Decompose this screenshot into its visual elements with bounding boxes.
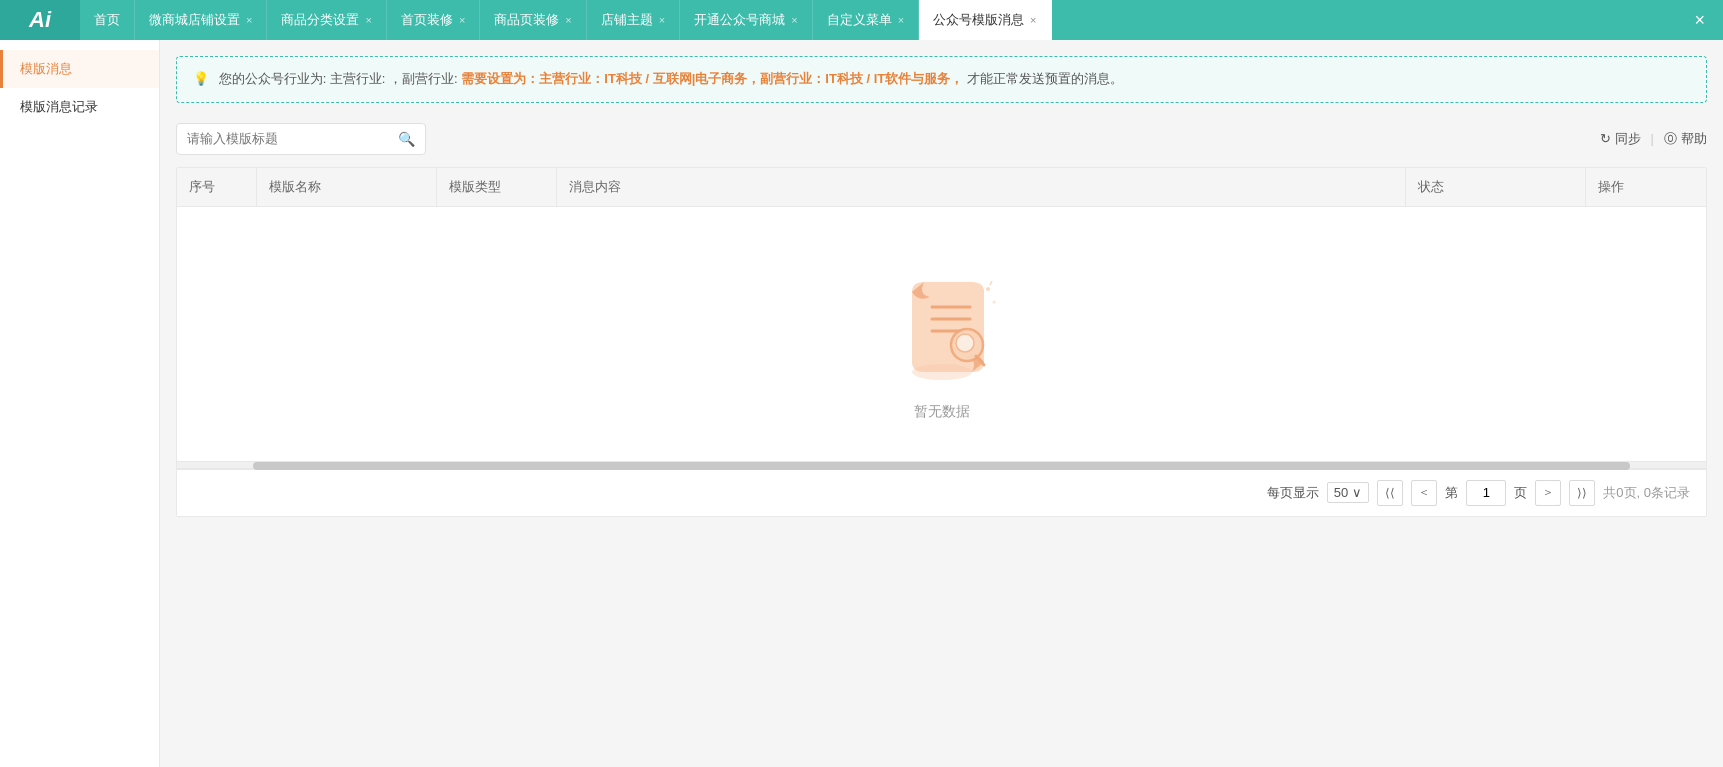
horizontal-scrollbar[interactable] [177,461,1706,469]
sidebar-item-template-msg[interactable]: 模版消息 [0,50,159,88]
next-page-button[interactable]: ＞ [1535,480,1561,506]
table-container: 序号 模版名称 模版类型 消息内容 状态 操作 [176,167,1707,517]
nav-tab-homepage[interactable]: 首页装修× [387,0,480,40]
sidebar-item-template-log[interactable]: 模版消息记录 [0,88,159,126]
nav-tab-theme[interactable]: 店铺主题× [587,0,680,40]
sync-button[interactable]: ↻ 同步 [1600,130,1641,148]
col-header-index: 序号 [177,168,257,206]
col-header-action: 操作 [1586,168,1706,206]
col-header-status: 状态 [1406,168,1586,206]
search-bar: 🔍 ↻ 同步 | ⓪ 帮助 [176,123,1707,155]
sync-label: 同步 [1615,130,1641,148]
page-size-select[interactable]: 50 ∨ [1327,482,1369,503]
page-prefix: 第 [1445,484,1458,502]
svg-line-9 [990,281,992,285]
scrollbar-thumb[interactable] [253,462,1629,470]
empty-illustration [882,267,1002,387]
page-number-input[interactable] [1466,480,1506,506]
main-layout: 模版消息模版消息记录 💡 您的公众号行业为: 主营行业: ，副营行业: 需要设置… [0,40,1723,767]
nav-tab-mall[interactable]: 开通公众号商城× [680,0,812,40]
page-total: 共0页, 0条记录 [1603,484,1690,502]
tab-close-theme[interactable]: × [659,14,665,26]
col-header-type: 模版类型 [437,168,557,206]
content-area: 💡 您的公众号行业为: 主营行业: ，副营行业: 需要设置为：主营行业：IT科技… [160,40,1723,767]
tab-close-template[interactable]: × [1030,14,1036,26]
tab-close-homepage[interactable]: × [459,14,465,26]
sidebar: 模版消息模版消息记录 [0,40,160,767]
prev-page-button[interactable]: ＜ [1411,480,1437,506]
chevron-down-icon: ∨ [1352,485,1362,500]
nav-tab-product[interactable]: 商品页装修× [480,0,586,40]
nav-tabs-container: 首页微商城店铺设置×商品分类设置×首页装修×商品页装修×店铺主题×开通公众号商城… [80,0,1686,40]
page-unit: 页 [1514,484,1527,502]
col-header-name: 模版名称 [257,168,437,206]
page-size-value: 50 [1334,485,1348,500]
nav-tab-category[interactable]: 商品分类设置× [267,0,386,40]
tab-close-menu[interactable]: × [898,14,904,26]
col-header-content: 消息内容 [557,168,1406,206]
help-icon: ⓪ [1664,130,1677,148]
search-input[interactable] [187,131,398,146]
empty-text: 暂无数据 [914,403,970,421]
tab-close-wshop[interactable]: × [246,14,252,26]
notice-highlight: 需要设置为：主营行业：IT科技 / 互联网|电子商务，副营行业：IT科技 / I… [461,71,963,86]
nav-tab-menu[interactable]: 自定义菜单× [813,0,919,40]
sync-icon: ↻ [1600,131,1611,146]
nav-tab-home[interactable]: 首页 [80,0,135,40]
search-wrapper: 🔍 [176,123,426,155]
notice-suffix: 才能正常发送预置的消息。 [967,71,1123,86]
notice-prefix: 您的公众号行业为: 主营行业: ，副营行业: [219,71,458,86]
search-icon[interactable]: 🔍 [398,131,415,147]
tab-close-category[interactable]: × [365,14,371,26]
svg-point-5 [956,334,974,352]
table-header: 序号 模版名称 模版类型 消息内容 状态 操作 [177,168,1706,207]
help-label: 帮助 [1681,130,1707,148]
close-all-button[interactable]: × [1686,6,1713,35]
notice-icon: 💡 [193,71,209,86]
svg-point-8 [992,300,995,303]
notice-box: 💡 您的公众号行业为: 主营行业: ，副营行业: 需要设置为：主营行业：IT科技… [176,56,1707,103]
first-page-button[interactable]: ⟨⟨ [1377,480,1403,506]
empty-state: 暂无数据 [177,207,1706,461]
pagination: 每页显示 50 ∨ ⟨⟨ ＜ 第 页 ＞ ⟩⟩ 共0页, 0条记录 [177,469,1706,516]
help-button[interactable]: ⓪ 帮助 [1664,130,1707,148]
last-page-button[interactable]: ⟩⟩ [1569,480,1595,506]
page-size-label: 每页显示 [1267,484,1319,502]
action-divider: | [1651,131,1654,146]
search-actions: ↻ 同步 | ⓪ 帮助 [1600,130,1707,148]
tab-close-mall[interactable]: × [791,14,797,26]
app-logo: Ai [0,0,80,40]
nav-tab-wshop[interactable]: 微商城店铺设置× [135,0,267,40]
svg-point-7 [986,287,990,291]
top-navigation: Ai 首页微商城店铺设置×商品分类设置×首页装修×商品页装修×店铺主题×开通公众… [0,0,1723,40]
tab-close-product[interactable]: × [565,14,571,26]
nav-tab-template[interactable]: 公众号模版消息× [919,0,1051,40]
